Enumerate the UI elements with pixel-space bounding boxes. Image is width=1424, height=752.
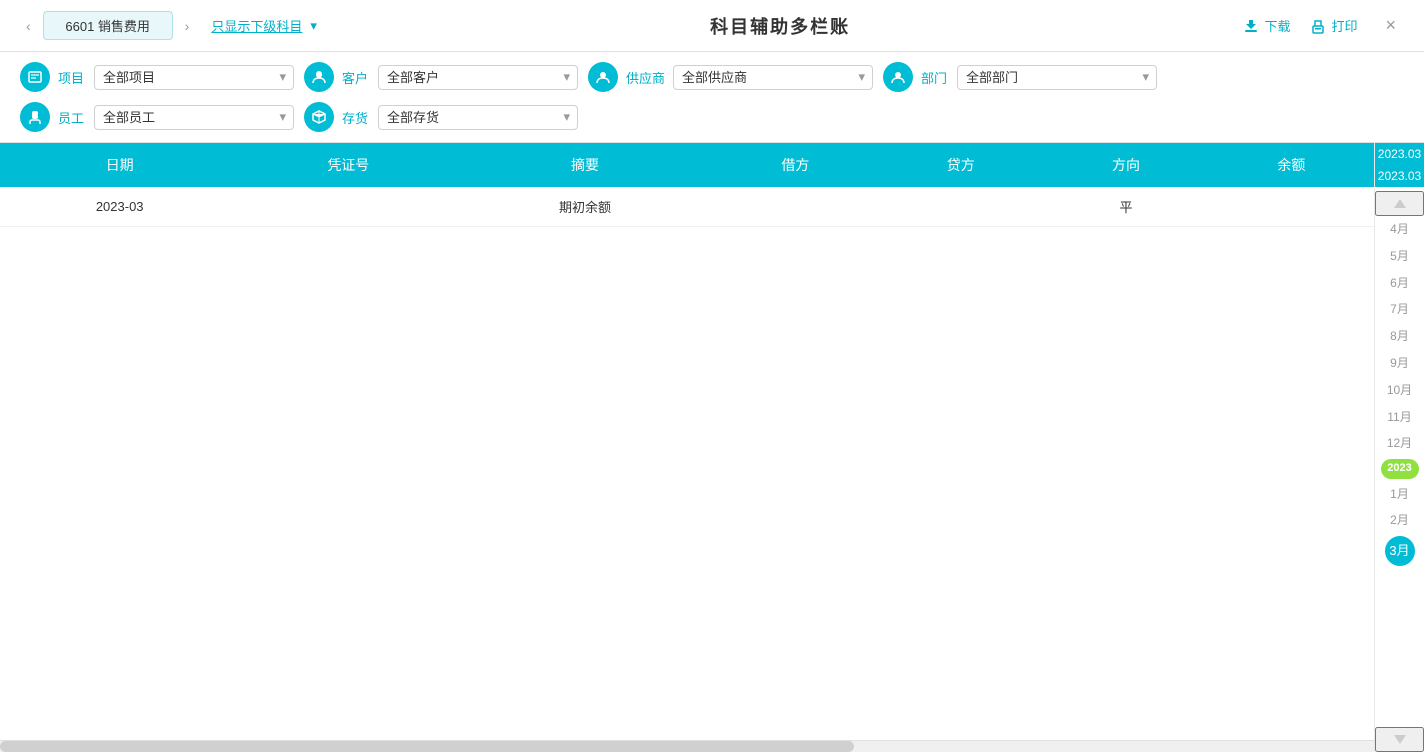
inventory-label: 存货 xyxy=(342,108,370,127)
cell-voucher xyxy=(239,187,457,227)
customer-select[interactable]: 全部客户 xyxy=(378,65,578,90)
cell-summary: 期初余额 xyxy=(457,187,713,227)
customer-select-wrapper: 全部客户 xyxy=(378,65,578,90)
cell-credit xyxy=(878,187,1043,227)
nav-area: ‹ 6601 销售费用 › 只显示下级科目 ▾ xyxy=(20,11,317,40)
project-filter-group: 项目 全部项目 xyxy=(20,62,294,92)
print-icon xyxy=(1310,18,1326,34)
timeline-item[interactable]: 3月 xyxy=(1385,536,1415,566)
customer-icon xyxy=(304,62,334,92)
project-icon xyxy=(20,62,50,92)
supplier-filter-group: 供应商 全部供应商 xyxy=(588,62,873,92)
action-buttons: 下载 打印 × xyxy=(1243,15,1404,36)
prev-account-button[interactable]: ‹ xyxy=(20,16,37,36)
timeline-item[interactable]: 10月 xyxy=(1375,377,1424,404)
cell-direction: 平 xyxy=(1043,187,1208,227)
account-code-display: 6601 销售费用 xyxy=(43,11,173,40)
period-header-top: 2023.03 xyxy=(1375,143,1424,165)
inventory-select[interactable]: 全部存货 xyxy=(378,105,578,130)
timeline-item[interactable]: 7月 xyxy=(1375,296,1424,323)
employee-select[interactable]: 全部员工 xyxy=(94,105,294,130)
chevron-up-icon xyxy=(1394,199,1406,208)
supplier-icon xyxy=(588,62,618,92)
sidebar-scroll-down-button[interactable] xyxy=(1375,727,1424,740)
col-summary: 摘要 xyxy=(457,143,713,187)
table-sidebar-wrapper: 日期 凭证号 摘要 借方 贷方 方向 余额 2023-03 期初余额 平 xyxy=(0,143,1424,740)
page-title: 科目辅助多栏账 xyxy=(317,13,1244,39)
right-sidebar: 2023.03 2023.03 4月5月6月7月8月9月10月11月12月 202… xyxy=(1374,143,1424,740)
employee-icon xyxy=(20,102,50,132)
department-filter-group: 部门 全部部门 xyxy=(883,62,1157,92)
chevron-down-icon xyxy=(1394,735,1406,740)
timeline-item[interactable]: 6月 xyxy=(1375,270,1424,297)
department-select[interactable]: 全部部门 xyxy=(957,65,1157,90)
customer-filter-group: 客户 全部客户 xyxy=(304,62,578,92)
timeline-item[interactable]: 2023 xyxy=(1381,459,1419,478)
close-button[interactable]: × xyxy=(1377,15,1404,36)
inventory-select-wrapper: 全部存货 xyxy=(378,105,578,130)
filter-area: 项目 全部项目 客户 全部客户 供应商 xyxy=(0,52,1424,143)
col-balance: 余额 xyxy=(1209,143,1374,187)
timeline-item[interactable]: 12月 xyxy=(1375,430,1424,457)
supplier-select-wrapper: 全部供应商 xyxy=(673,65,873,90)
project-label: 项目 xyxy=(58,68,86,87)
scrollbar-thumb[interactable] xyxy=(0,741,854,752)
timeline-item[interactable]: 4月 xyxy=(1375,216,1424,243)
timeline-item[interactable]: 1月 xyxy=(1375,481,1424,508)
employee-select-wrapper: 全部员工 xyxy=(94,105,294,130)
period-header-sub: 2023.03 xyxy=(1375,165,1424,187)
project-select-wrapper: 全部项目 xyxy=(94,65,294,90)
timeline-item[interactable]: 8月 xyxy=(1375,323,1424,350)
col-debit: 借方 xyxy=(713,143,878,187)
table-header-row: 日期 凭证号 摘要 借方 贷方 方向 余额 xyxy=(0,143,1374,187)
supplier-select[interactable]: 全部供应商 xyxy=(673,65,873,90)
col-voucher: 凭证号 xyxy=(239,143,457,187)
col-credit: 贷方 xyxy=(878,143,1043,187)
main-window: ‹ 6601 销售费用 › 只显示下级科目 ▾ 科目辅助多栏账 下载 xyxy=(0,0,1424,752)
department-label: 部门 xyxy=(921,68,949,87)
col-direction: 方向 xyxy=(1043,143,1208,187)
sidebar-scroll-up-button[interactable] xyxy=(1375,191,1424,216)
horizontal-scrollbar[interactable] xyxy=(0,740,1424,752)
supplier-label: 供应商 xyxy=(626,68,665,87)
employee-label: 员工 xyxy=(58,108,86,127)
employee-filter-group: 员工 全部员工 xyxy=(20,102,294,132)
timeline-list: 4月5月6月7月8月9月10月11月12月 2023 1月2月3月 xyxy=(1375,216,1424,727)
table-body: 2023-03 期初余额 平 xyxy=(0,187,1374,227)
project-select[interactable]: 全部项目 xyxy=(94,65,294,90)
top-bar: ‹ 6601 销售费用 › 只显示下级科目 ▾ 科目辅助多栏账 下载 xyxy=(0,0,1424,52)
content-area: 日期 凭证号 摘要 借方 贷方 方向 余额 2023-03 期初余额 平 xyxy=(0,143,1424,752)
cell-date: 2023-03 xyxy=(0,187,239,227)
timeline-item[interactable]: 2月 xyxy=(1375,507,1424,534)
timeline-item[interactable]: 5月 xyxy=(1375,243,1424,270)
timeline-item[interactable]: 9月 xyxy=(1375,350,1424,377)
cell-debit xyxy=(713,187,878,227)
download-icon xyxy=(1243,18,1259,34)
department-icon xyxy=(883,62,913,92)
timeline-item[interactable]: 11月 xyxy=(1375,404,1424,431)
print-button[interactable]: 打印 xyxy=(1310,16,1357,35)
inventory-filter-group: 存货 全部存货 xyxy=(304,102,578,132)
cell-balance xyxy=(1209,187,1374,227)
customer-label: 客户 xyxy=(342,68,370,87)
show-sub-level-link[interactable]: 只显示下级科目 xyxy=(211,16,302,35)
next-account-button[interactable]: › xyxy=(179,16,196,36)
download-button[interactable]: 下载 xyxy=(1243,16,1290,35)
table-row[interactable]: 2023-03 期初余额 平 xyxy=(0,187,1374,227)
ledger-table: 日期 凭证号 摘要 借方 贷方 方向 余额 2023-03 期初余额 平 xyxy=(0,143,1374,227)
inventory-icon xyxy=(304,102,334,132)
col-date: 日期 xyxy=(0,143,239,187)
download-label: 下载 xyxy=(1264,16,1290,35)
department-select-wrapper: 全部部门 xyxy=(957,65,1157,90)
table-area: 日期 凭证号 摘要 借方 贷方 方向 余额 2023-03 期初余额 平 xyxy=(0,143,1374,740)
print-label: 打印 xyxy=(1331,16,1357,35)
